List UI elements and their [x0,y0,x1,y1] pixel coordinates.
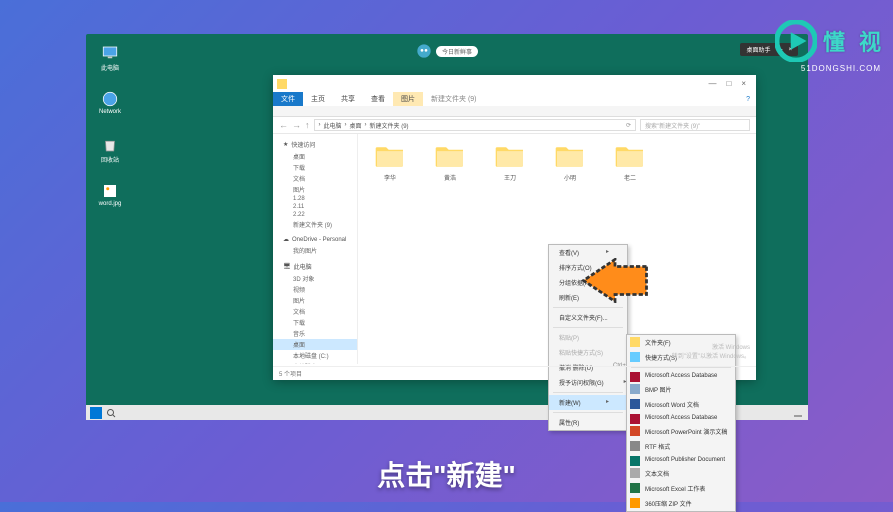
folder-item[interactable]: 李华 [374,142,406,182]
tab-view[interactable]: 查看 [363,92,393,106]
sidebar-item[interactable]: 文档 [273,306,357,317]
maximize-button[interactable]: □ [726,79,731,88]
refresh-icon[interactable]: ⟳ [626,122,631,129]
search-icon[interactable] [105,407,117,419]
nav-up[interactable]: ↑ [305,120,310,130]
context-menu[interactable]: 查看(V)▸排序方式(O)▸分组依据(P)▸刷新(E) 自定义文件夹(F)... 粘… [548,244,628,431]
folder-item[interactable]: 小明 [554,142,586,182]
sidebar-item[interactable]: 我的图片 [273,245,357,256]
sidebar-item[interactable]: 下载 [273,162,357,173]
titlebar[interactable]: — □ × [273,75,756,92]
top-assistant-bar: 今日新鲜事 [416,43,478,59]
context-submenu-new[interactable]: 文件夹(F)快捷方式(S)Microsoft Access DatabaseBM… [626,334,736,512]
sidebar-item[interactable]: 本地磁盘 (C:) [273,350,357,361]
network-icon [101,90,119,108]
computer-icon [101,44,119,62]
sidebar-item[interactable]: 音乐 [273,328,357,339]
tab-share[interactable]: 共享 [333,92,363,106]
play-icon [775,20,817,62]
tab-file[interactable]: 文件 [273,92,303,106]
menu-item[interactable]: 自定义文件夹(F)... [549,310,627,325]
menu-item[interactable]: BMP 图片 [627,382,735,397]
menu-item[interactable]: Microsoft Word 文档 [627,397,735,412]
minimize-button[interactable]: — [708,79,716,88]
tray-icon[interactable] [792,407,804,419]
menu-item[interactable]: 粘贴(P) [549,330,627,345]
sidebar-item[interactable]: 本地磁盘 (D:) [273,361,357,364]
sidebar-item[interactable]: 桌面 [273,151,357,162]
sidebar-quick-access[interactable]: ★ 快速访问 [273,138,357,151]
tab-home[interactable]: 主页 [303,92,333,106]
menu-item[interactable]: 粘贴快捷方式(S) [549,345,627,360]
sidebar-item[interactable]: 2.22 [273,211,357,219]
menu-item[interactable]: Microsoft Excel 工作表 [627,481,735,496]
sidebar-item[interactable]: 文档 [273,173,357,184]
assistant-icon [416,43,432,59]
tab-extra: 新建文件夹 (9) [423,92,485,106]
breadcrumb[interactable]: ›此电脑 ›桌面 ›新建文件夹 (9) ⟳ [314,119,637,131]
menu-item[interactable]: 排序方式(O)▸ [549,260,627,275]
folder-item[interactable]: 黄浩 [434,142,466,182]
nav-forward[interactable]: → [292,120,301,130]
sidebar-item-desktop[interactable]: 桌面 [273,339,357,350]
menu-item[interactable]: 文本文档 [627,466,735,481]
menu-item[interactable]: Microsoft Publisher Document [627,454,735,466]
menu-item[interactable]: 新建(W)▸ [549,395,627,410]
folder-item[interactable]: 王刀 [494,142,526,182]
menu-item[interactable]: 刷新(E) [549,290,627,305]
close-button[interactable]: × [741,79,746,88]
brand-logo: 懂 视 51DONGSHI.COM [775,20,881,62]
ribbon-body [273,106,756,117]
start-icon[interactable] [90,407,102,419]
tab-picture[interactable]: 图片 [393,92,423,106]
sidebar-item[interactable]: 视频 [273,284,357,295]
help-button[interactable]: ? [746,96,756,103]
nav-back[interactable]: ← [279,120,288,130]
nav-pane[interactable]: ★ 快速访问 桌面 下载 文档 图片 1.28 2.11 2.22 新建文件夹 … [273,134,358,364]
menu-item[interactable]: 查看(V)▸ [549,245,627,260]
folder-item[interactable]: 老二 [614,142,646,182]
desktop-icon-network[interactable]: Network [96,90,124,115]
sidebar-item[interactable]: 新建文件夹 (9) [273,219,357,230]
file-explorer-window: — □ × 文件 主页 共享 查看 图片 新建文件夹 (9) ? ← → ↑ ›… [273,75,756,380]
sidebar-item[interactable]: 2.11 [273,203,357,211]
recycle-icon [101,136,119,154]
sidebar-thispc[interactable]: 🖥 此电脑 [273,260,357,273]
desktop-icon-recycle[interactable]: 回收站 [96,136,124,164]
sidebar-item[interactable]: 1.28 [273,195,357,203]
menu-item[interactable]: 分组依据(P)▸ [549,275,627,290]
search-input[interactable]: 搜索"新建文件夹 (9)" [640,119,750,131]
menu-item[interactable]: Microsoft PowerPoint 演示文稿 [627,424,735,439]
menu-item[interactable]: RTF 格式 [627,439,735,454]
tutorial-caption: 点击"新建" [377,454,516,494]
sidebar-item[interactable]: 3D 对象 [273,273,357,284]
desktop-icon-thispc[interactable]: 此电脑 [96,44,124,72]
sidebar-item[interactable]: 下载 [273,317,357,328]
menu-item[interactable]: Microsoft Access Database [627,412,735,424]
address-bar-row: ← → ↑ ›此电脑 ›桌面 ›新建文件夹 (9) ⟳ 搜索"新建文件夹 (9)… [273,117,756,134]
image-icon [101,182,119,200]
desktop-icon-file[interactable]: word.jpg [96,182,124,207]
activation-watermark: 激活 Windows 转到"设置"以激活 Windows。 [672,342,750,360]
ribbon-tabs: 文件 主页 共享 查看 图片 新建文件夹 (9) ? [273,92,756,106]
folder-icon [277,79,287,89]
folder-content[interactable]: 李华黄浩王刀小明老二 查看(V)▸排序方式(O)▸分组依据(P)▸刷新(E) 自定… [358,134,756,364]
status-bar: 5 个项目 [273,366,756,380]
sidebar-onedrive[interactable]: ☁ OneDrive - Personal [273,234,357,245]
sidebar-item[interactable]: 图片 [273,184,357,195]
sidebar-item[interactable]: 图片 [273,295,357,306]
menu-item[interactable]: 360压缩 ZIP 文件 [627,496,735,511]
news-bubble[interactable]: 今日新鲜事 [436,46,478,57]
menu-item[interactable]: 属性(R) [549,415,627,430]
